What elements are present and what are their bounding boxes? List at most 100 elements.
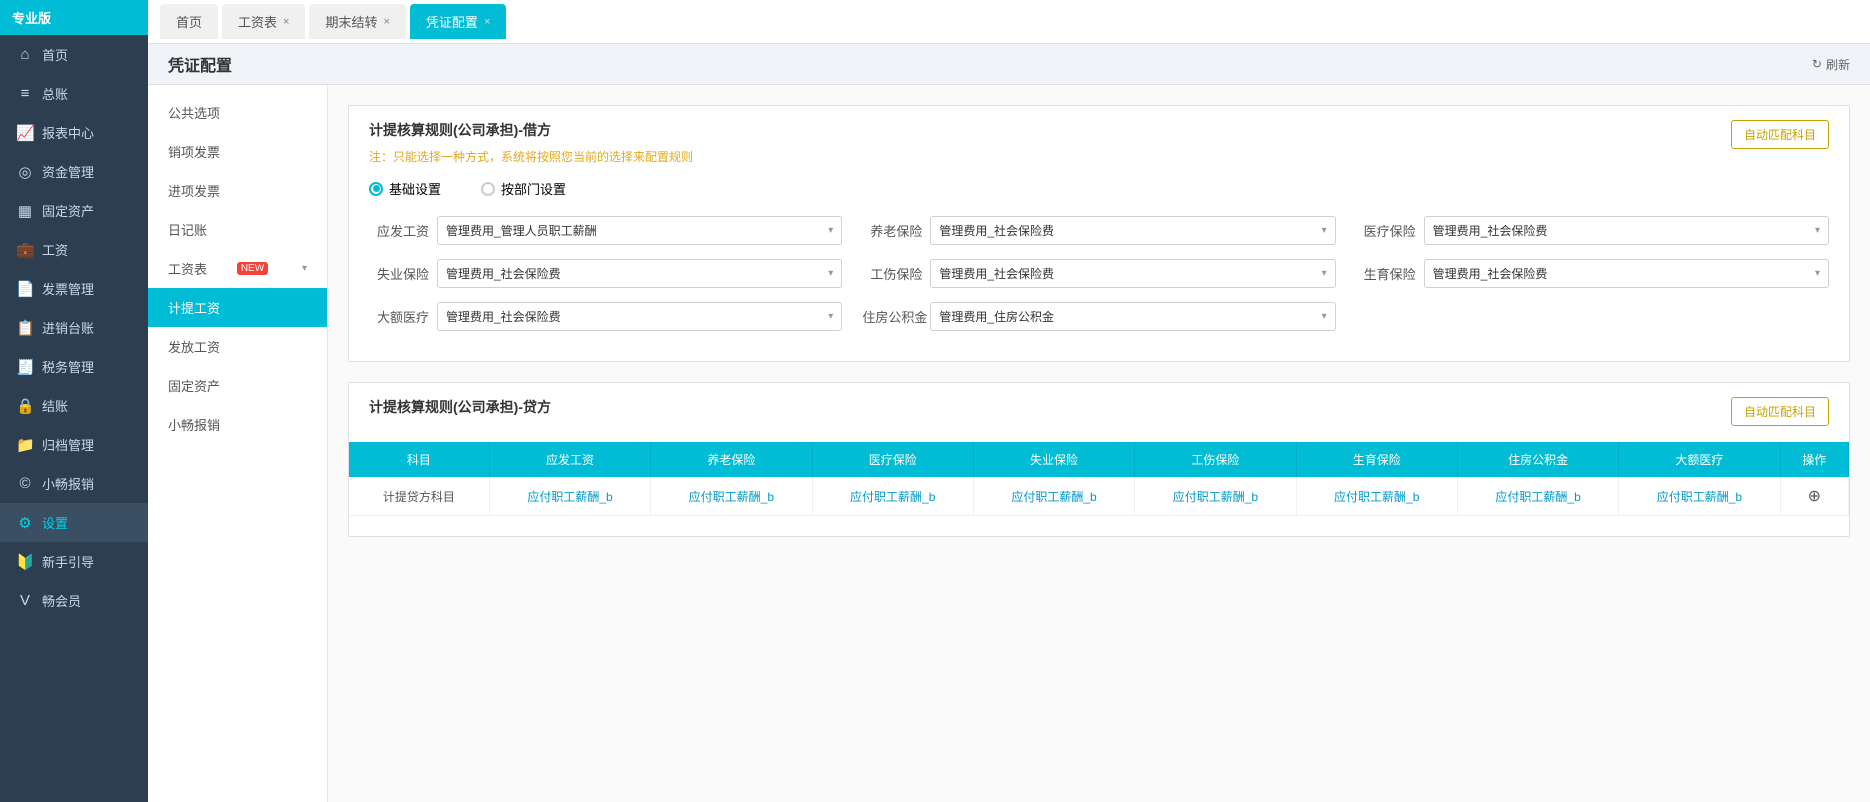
field-salary: 应发工资 管理费用_管理人员职工薪酬 ▾ [369, 216, 842, 245]
label-pension: 养老保险 [862, 221, 922, 240]
col-medical: 医疗保险 [812, 442, 973, 477]
sidebar-item-invoice[interactable]: 📄 发票管理 [0, 269, 148, 308]
sidebar-item-fund[interactable]: ◎ 资金管理 [0, 152, 148, 191]
sidebar: 专业版 ⌂ 首页 ≡ 总账 📈 报表中心 ◎ 资金管理 ▦ 固定资产 💼 工资 … [0, 0, 148, 802]
sidebar-item-vip[interactable]: V 畅会员 [0, 581, 148, 620]
sidebar-label-home: 首页 [42, 45, 68, 64]
refresh-label: 刷新 [1826, 56, 1850, 73]
report-icon: 📈 [16, 124, 34, 142]
tab-voucher-close[interactable]: × [484, 16, 490, 28]
tab-period-close[interactable]: × [383, 16, 389, 28]
sales-purchase-icon: 📋 [16, 319, 34, 337]
tab-home-label: 首页 [176, 12, 202, 31]
debit-notice: 注：只能选择一种方式，系统将按照您当前的选择来配置规则 [369, 148, 693, 165]
cell-unemployment[interactable]: 应付职工薪酬_b [973, 477, 1134, 516]
sub-nav-public-options[interactable]: 公共选项 [148, 93, 327, 132]
sidebar-item-tax[interactable]: 🧾 税务管理 [0, 347, 148, 386]
sidebar-label-tax: 税务管理 [42, 357, 94, 376]
radio-dept-circle[interactable] [481, 182, 495, 196]
select-birth-arrow: ▾ [1815, 268, 1820, 279]
cell-injury[interactable]: 应付职工薪酬_b [1135, 477, 1296, 516]
select-housing[interactable]: 管理费用_住房公积金 ▾ [930, 302, 1335, 331]
sub-nav-sales-invoice[interactable]: 销项发票 [148, 132, 327, 171]
sub-nav-label-public: 公共选项 [168, 103, 220, 122]
sidebar-item-sales-purchase[interactable]: 📋 进销台账 [0, 308, 148, 347]
main-area: 首页 工资表 × 期末结转 × 凭证配置 × 凭证配置 ↻ 刷新 公共选项 [148, 0, 1870, 802]
credit-auto-match-button[interactable]: 自动匹配科目 [1731, 397, 1829, 426]
form-row-2: 失业保险 管理费用_社会保险费 ▾ 工伤保险 管理费用_社会保险费 ▾ [369, 259, 1829, 288]
sub-nav-xiaochang-expense[interactable]: 小畅报销 [148, 405, 327, 444]
select-unemployment-value: 管理费用_社会保险费 [446, 265, 561, 282]
home-icon: ⌂ [16, 46, 34, 63]
select-pension-arrow: ▾ [1322, 225, 1327, 236]
radio-basic[interactable]: 基础设置 [369, 179, 441, 198]
app-edition: 专业版 [0, 0, 148, 35]
select-unemployment-arrow: ▾ [828, 268, 833, 279]
sub-nav-fixed-assets-nav[interactable]: 固定资产 [148, 366, 327, 405]
radio-dept-label: 按部门设置 [501, 179, 566, 198]
tab-salary-table[interactable]: 工资表 × [222, 4, 305, 39]
select-medical-value: 管理费用_社会保险费 [1433, 222, 1548, 239]
debit-section-header: 计提核算规则(公司承担)-借方 注：只能选择一种方式，系统将按照您当前的选择来配… [369, 120, 693, 179]
sidebar-label-archive: 归档管理 [42, 435, 94, 454]
select-birth[interactable]: 管理费用_社会保险费 ▾ [1424, 259, 1829, 288]
sub-nav-journal[interactable]: 日记账 [148, 210, 327, 249]
radio-basic-circle[interactable] [369, 182, 383, 196]
table-header-row: 科目 应发工资 养老保险 医疗保险 失业保险 工伤保险 生育保险 住房公积金 大… [349, 442, 1849, 477]
sidebar-item-closing[interactable]: 🔒 结账 [0, 386, 148, 425]
sub-nav-salary-table[interactable]: 工资表 NEW ▾ [148, 249, 327, 288]
archive-icon: 📁 [16, 436, 34, 454]
sidebar-item-xiaochang-report[interactable]: © 小畅报销 [0, 464, 148, 503]
sidebar-label-fund: 资金管理 [42, 162, 94, 181]
select-birth-value: 管理费用_社会保险费 [1433, 265, 1548, 282]
sub-nav-purchase-invoice[interactable]: 进项发票 [148, 171, 327, 210]
tab-salary-close[interactable]: × [283, 16, 289, 28]
sub-nav-calculate-salary[interactable]: 计提工资 [148, 288, 327, 327]
label-extra-medical: 大额医疗 [369, 307, 429, 326]
sidebar-item-home[interactable]: ⌂ 首页 [0, 35, 148, 74]
sidebar-item-general-ledger[interactable]: ≡ 总账 [0, 74, 148, 113]
cell-medical[interactable]: 应付职工薪酬_b [812, 477, 973, 516]
cell-extra-medical[interactable]: 应付职工薪酬_b [1619, 477, 1780, 516]
label-injury: 工伤保险 [862, 264, 922, 283]
sub-nav-pay-salary[interactable]: 发放工资 [148, 327, 327, 366]
cell-housing[interactable]: 应付职工薪酬_b [1457, 477, 1618, 516]
sub-nav-label-purchase-invoice: 进项发票 [168, 181, 220, 200]
content-area: 公共选项 销项发票 进项发票 日记账 工资表 NEW ▾ 计提工资 发放工资 [148, 85, 1870, 802]
new-user-icon: 🔰 [16, 553, 34, 571]
select-extra-medical[interactable]: 管理费用_社会保险费 ▾ [437, 302, 842, 331]
select-medical[interactable]: 管理费用_社会保险费 ▾ [1424, 216, 1829, 245]
tab-voucher-label: 凭证配置 [426, 12, 478, 31]
cell-pension[interactable]: 应付职工薪酬_b [651, 477, 812, 516]
cell-salary[interactable]: 应付职工薪酬_b [489, 477, 650, 516]
select-salary[interactable]: 管理费用_管理人员职工薪酬 ▾ [437, 216, 842, 245]
label-housing: 住房公积金 [862, 307, 922, 326]
sub-nav-label-salary-table: 工资表 [168, 259, 207, 278]
sidebar-item-new-user[interactable]: 🔰 新手引导 [0, 542, 148, 581]
col-housing: 住房公积金 [1457, 442, 1618, 477]
tabs-bar: 首页 工资表 × 期末结转 × 凭证配置 × [148, 0, 1870, 44]
select-pension[interactable]: 管理费用_社会保险费 ▾ [930, 216, 1335, 245]
sidebar-item-archive[interactable]: 📁 归档管理 [0, 425, 148, 464]
label-unemployment: 失业保险 [369, 264, 429, 283]
radio-dept[interactable]: 按部门设置 [481, 179, 566, 198]
radio-group: 基础设置 按部门设置 [369, 179, 1829, 198]
select-injury[interactable]: 管理费用_社会保险费 ▾ [930, 259, 1335, 288]
sidebar-item-payroll[interactable]: 💼 工资 [0, 230, 148, 269]
select-unemployment[interactable]: 管理费用_社会保险费 ▾ [437, 259, 842, 288]
tab-home[interactable]: 首页 [160, 4, 218, 39]
field-unemployment: 失业保险 管理费用_社会保险费 ▾ [369, 259, 842, 288]
cell-birth[interactable]: 应付职工薪酬_b [1296, 477, 1457, 516]
sidebar-item-report-center[interactable]: 📈 报表中心 [0, 113, 148, 152]
cell-action[interactable]: ⊕ [1780, 477, 1848, 516]
xiaochang-report-icon: © [16, 475, 34, 492]
sidebar-item-fixed-assets[interactable]: ▦ 固定资产 [0, 191, 148, 230]
sidebar-label-vip: 畅会员 [42, 591, 81, 610]
sidebar-item-settings[interactable]: ⚙ 设置 [0, 503, 148, 542]
new-badge: NEW [237, 262, 268, 275]
debit-section: 计提核算规则(公司承担)-借方 注：只能选择一种方式，系统将按照您当前的选择来配… [348, 105, 1850, 362]
tab-period-end[interactable]: 期末结转 × [309, 4, 405, 39]
refresh-button[interactable]: ↻ 刷新 [1812, 56, 1850, 73]
debit-auto-match-button[interactable]: 自动匹配科目 [1731, 120, 1829, 149]
tab-voucher-config[interactable]: 凭证配置 × [410, 4, 506, 39]
